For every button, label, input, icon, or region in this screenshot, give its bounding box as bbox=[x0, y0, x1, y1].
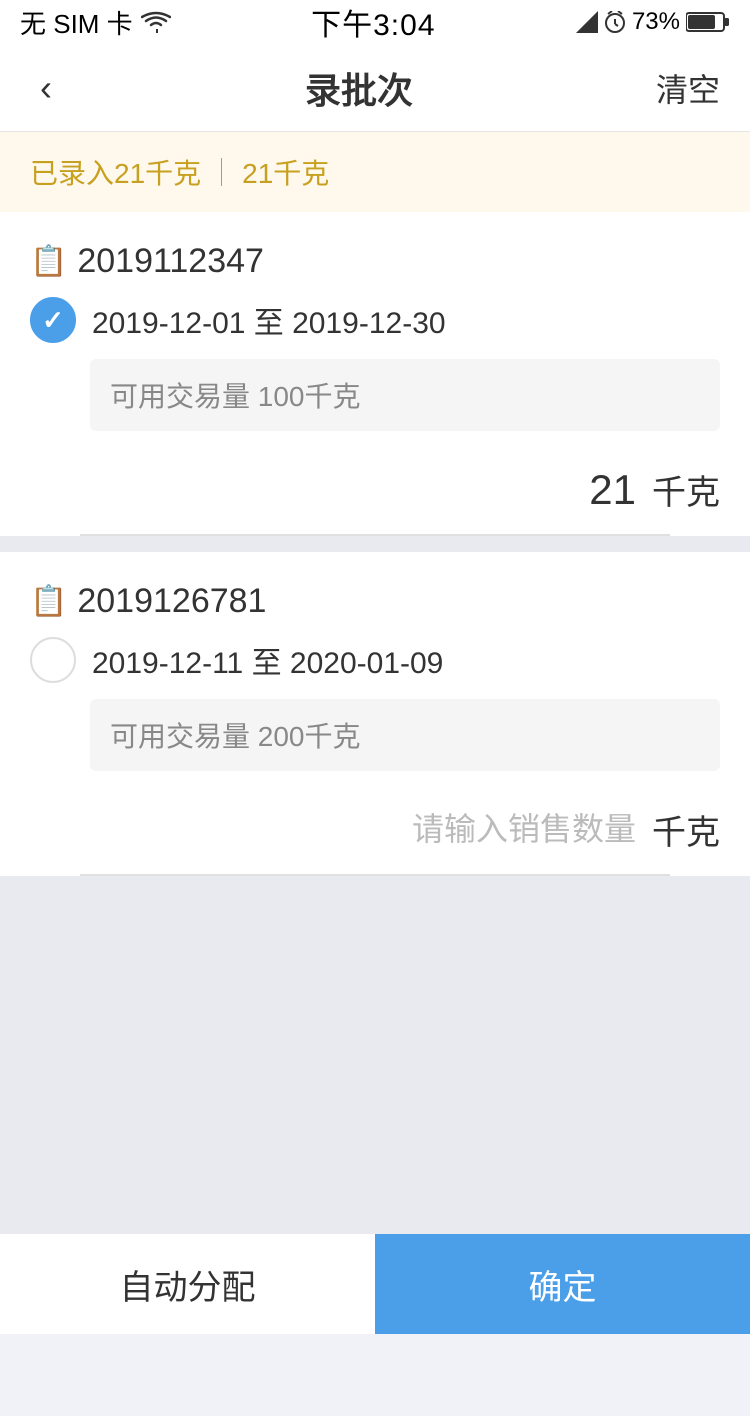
bottom-bar: 自动分配 确定 bbox=[0, 1234, 750, 1334]
clear-button[interactable]: 清空 bbox=[656, 65, 720, 111]
qty-input-2[interactable] bbox=[216, 811, 636, 848]
section-divider bbox=[0, 536, 750, 552]
battery-icon bbox=[686, 11, 730, 33]
back-button[interactable]: ‹ bbox=[30, 57, 62, 119]
carrier-text: 无 SIM 卡 bbox=[20, 4, 133, 41]
summary-value: 21千克 bbox=[242, 152, 329, 192]
qty-row-1: 21 千克 bbox=[0, 455, 750, 534]
batch-date-row-1[interactable]: 2019-12-01 至 2019-12-30 bbox=[30, 297, 720, 343]
page-title: 录批次 bbox=[305, 62, 413, 114]
alarm-icon bbox=[604, 11, 626, 33]
nav-bar: ‹ 录批次 清空 bbox=[0, 44, 750, 132]
batch-card-2: 📋 2019126781 2019-12-11 至 2020-01-09 可用交… bbox=[0, 552, 750, 876]
batch-card-1: 📋 2019112347 2019-12-01 至 2019-12-30 可用交… bbox=[0, 212, 750, 536]
batch-header-2: 📋 2019126781 bbox=[30, 582, 720, 621]
summary-bar: 已录入21千克 21千克 bbox=[0, 132, 750, 212]
available-qty-1: 可用交易量 100千克 bbox=[90, 359, 720, 431]
status-left: 无 SIM 卡 bbox=[20, 4, 171, 41]
qty-value-1: 21 bbox=[589, 466, 636, 514]
qty-unit-1: 千克 bbox=[652, 465, 720, 514]
qty-unit-2: 千克 bbox=[652, 805, 720, 854]
status-right: 73% bbox=[576, 8, 730, 36]
document-icon-2: 📋 bbox=[30, 584, 67, 619]
auto-distribute-button[interactable]: 自动分配 bbox=[0, 1234, 375, 1334]
status-bar: 无 SIM 卡 下午3:04 73% bbox=[0, 0, 750, 44]
qty-row-2: 千克 bbox=[0, 795, 750, 874]
batch-item-2: 📋 2019126781 2019-12-11 至 2020-01-09 可用交… bbox=[0, 552, 750, 771]
batch-date-2: 2019-12-11 至 2020-01-09 bbox=[92, 638, 443, 682]
batch-id-2: 2019126781 bbox=[77, 582, 266, 621]
radio-button-2[interactable] bbox=[30, 637, 76, 683]
batch-date-1: 2019-12-01 至 2019-12-30 bbox=[92, 298, 446, 342]
time-display: 下午3:04 bbox=[311, 0, 435, 44]
wifi-icon bbox=[141, 11, 171, 33]
batch-item-1: 📋 2019112347 2019-12-01 至 2019-12-30 可用交… bbox=[0, 212, 750, 431]
batch-header-1: 📋 2019112347 bbox=[30, 242, 720, 281]
location-icon bbox=[576, 11, 598, 33]
batch-date-row-2[interactable]: 2019-12-11 至 2020-01-09 bbox=[30, 637, 720, 683]
battery-percent: 73% bbox=[632, 8, 680, 36]
batch-id-1: 2019112347 bbox=[77, 242, 264, 281]
confirm-button[interactable]: 确定 bbox=[375, 1234, 750, 1334]
document-icon-1: 📋 bbox=[30, 244, 67, 279]
summary-divider bbox=[221, 158, 222, 186]
available-qty-2: 可用交易量 200千克 bbox=[90, 699, 720, 771]
summary-label: 已录入21千克 bbox=[30, 152, 201, 192]
radio-button-1[interactable] bbox=[30, 297, 76, 343]
